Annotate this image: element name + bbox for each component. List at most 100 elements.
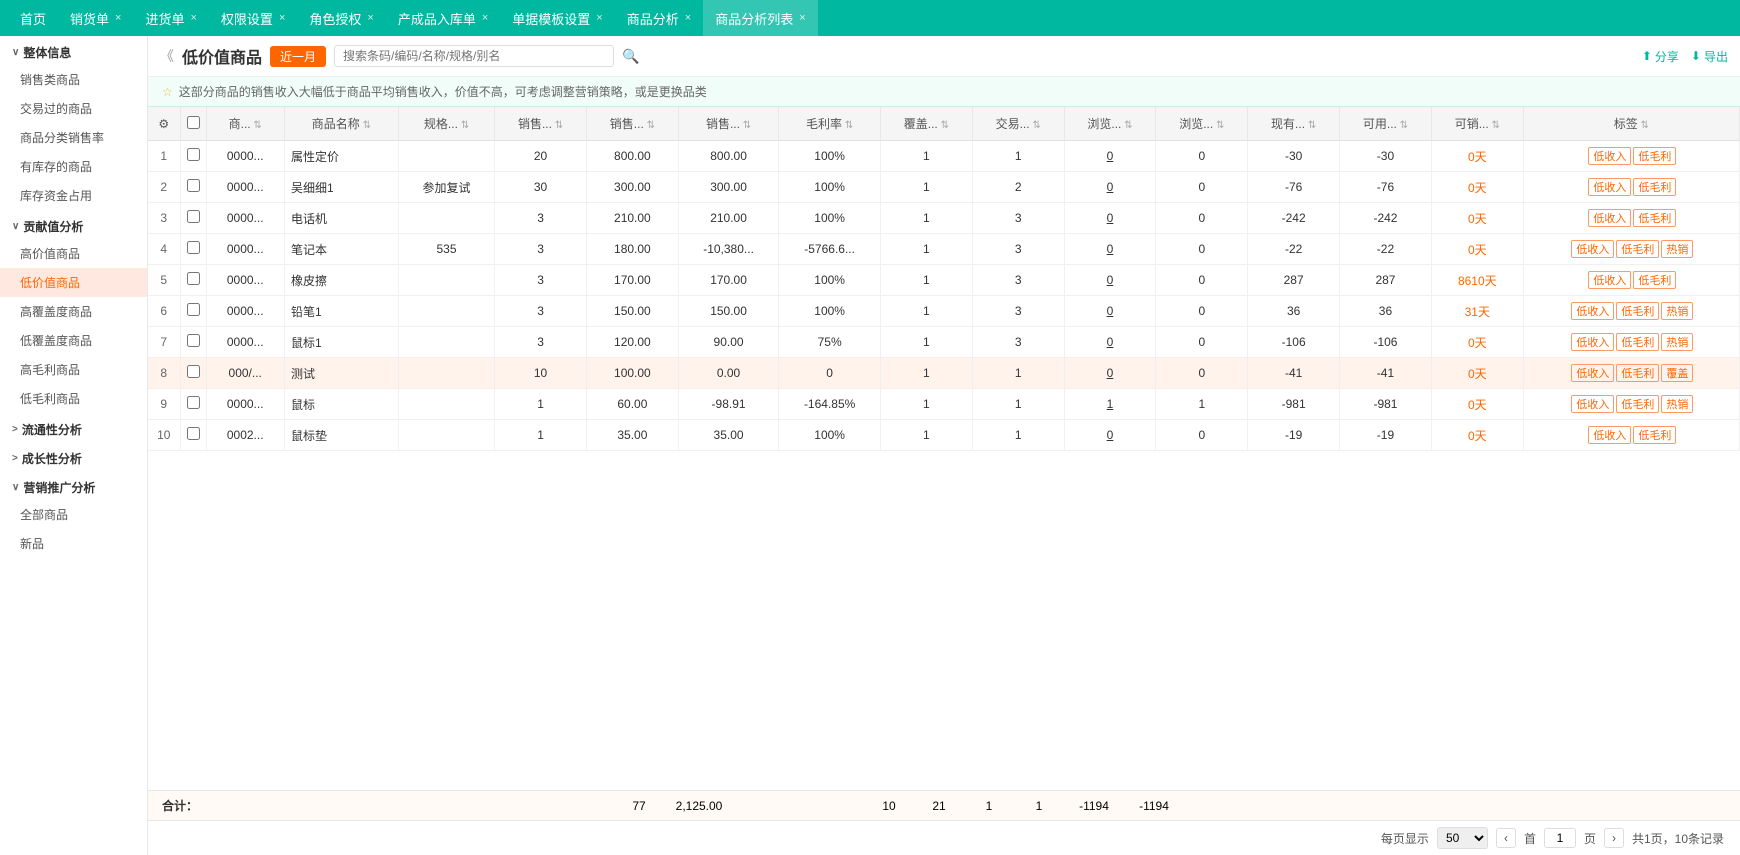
- row-checkbox[interactable]: [187, 272, 200, 285]
- col-header-sales_qty[interactable]: 销售... ⇅: [495, 107, 587, 141]
- nav-item-商品分析[interactable]: 商品分析×: [615, 0, 703, 36]
- col-header-name[interactable]: 商品名称 ⇅: [284, 107, 398, 141]
- close-tab-icon[interactable]: ×: [596, 12, 602, 24]
- row-checkbox-cell[interactable]: [180, 358, 206, 389]
- row-checkbox[interactable]: [187, 365, 200, 378]
- row-browse1[interactable]: 0: [1064, 420, 1156, 451]
- col-header-settings[interactable]: ⚙: [148, 107, 180, 141]
- row-browse1[interactable]: 0: [1064, 172, 1156, 203]
- sidebar-item-高价值商品[interactable]: 高价值商品: [0, 239, 147, 268]
- sidebar-item-销售类商品[interactable]: 销售类商品: [0, 65, 147, 94]
- nav-item-单据模板设置[interactable]: 单据模板设置×: [500, 0, 614, 36]
- table-container[interactable]: ⚙ 商... ⇅ 商品名称 ⇅ 规格... ⇅ 销售... ⇅ 销售... ⇅ 销…: [148, 107, 1740, 790]
- prev-page-button[interactable]: ‹: [1496, 828, 1516, 848]
- page-number-input[interactable]: [1544, 828, 1576, 848]
- row-product-name: 鼠标垫: [284, 420, 398, 451]
- close-tab-icon[interactable]: ×: [115, 12, 121, 24]
- sidebar-item-低毛利商品[interactable]: 低毛利商品: [0, 384, 147, 413]
- nav-item-权限设置[interactable]: 权限设置×: [209, 0, 297, 36]
- col-header-saleable[interactable]: 可销... ⇅: [1431, 107, 1523, 141]
- sidebar-group-成长性分析[interactable]: >成长性分析: [0, 442, 147, 471]
- sidebar-item-商品分类销售率[interactable]: 商品分类销售率: [0, 123, 147, 152]
- next-page-button[interactable]: ›: [1604, 828, 1624, 848]
- col-header-stock1[interactable]: 现有... ⇅: [1248, 107, 1340, 141]
- row-checkbox[interactable]: [187, 427, 200, 440]
- sidebar-item-新品[interactable]: 新品: [0, 529, 147, 558]
- col-header-tags[interactable]: 标签 ⇅: [1523, 107, 1739, 141]
- search-input[interactable]: [334, 45, 614, 67]
- row-checkbox[interactable]: [187, 303, 200, 316]
- row-browse1[interactable]: 0: [1064, 296, 1156, 327]
- row-browse1[interactable]: 0: [1064, 203, 1156, 234]
- row-browse1[interactable]: 0: [1064, 141, 1156, 172]
- col-header-sales_amt1[interactable]: 销售... ⇅: [586, 107, 678, 141]
- nav-item-销货单[interactable]: 销货单×: [58, 0, 133, 36]
- search-icon[interactable]: 🔍: [622, 48, 639, 65]
- row-cover: 1: [880, 389, 972, 420]
- sidebar-group-贡献值分析[interactable]: ∨贡献值分析: [0, 210, 147, 239]
- filter-button[interactable]: 近一月: [270, 46, 326, 67]
- nav-item-商品分析列表[interactable]: 商品分析列表×: [703, 0, 817, 36]
- close-tab-icon[interactable]: ×: [482, 12, 488, 24]
- row-browse1[interactable]: 1: [1064, 389, 1156, 420]
- page-size-select[interactable]: 50 100: [1437, 827, 1488, 849]
- sidebar-item-高覆盖度商品[interactable]: 高覆盖度商品: [0, 297, 147, 326]
- sidebar-item-低价值商品[interactable]: 低价值商品: [0, 268, 147, 297]
- sidebar-item-高毛利商品[interactable]: 高毛利商品: [0, 355, 147, 384]
- export-button[interactable]: ⬇ 导出: [1691, 48, 1728, 65]
- collapse-sidebar-button[interactable]: 《: [160, 46, 174, 66]
- sidebar-group-流通性分析[interactable]: >流通性分析: [0, 413, 147, 442]
- close-tab-icon[interactable]: ×: [685, 12, 691, 24]
- table-row: 8000/...测试10100.000.0001100-41-410天低收入低毛…: [148, 358, 1740, 389]
- row-checkbox[interactable]: [187, 210, 200, 223]
- row-checkbox-cell[interactable]: [180, 234, 206, 265]
- row-checkbox-cell[interactable]: [180, 327, 206, 358]
- close-tab-icon[interactable]: ×: [799, 12, 805, 24]
- col-header-gross_rate[interactable]: 毛利率 ⇅: [779, 107, 881, 141]
- select-all-checkbox[interactable]: [187, 116, 200, 129]
- row-checkbox-cell[interactable]: [180, 203, 206, 234]
- sidebar-item-低覆盖度商品[interactable]: 低覆盖度商品: [0, 326, 147, 355]
- sidebar-group-营销推广分析[interactable]: ∨营销推广分析: [0, 471, 147, 500]
- sidebar-item-交易过的商品[interactable]: 交易过的商品: [0, 94, 147, 123]
- row-checkbox[interactable]: [187, 396, 200, 409]
- row-checkbox[interactable]: [187, 179, 200, 192]
- row-browse1[interactable]: 0: [1064, 358, 1156, 389]
- row-checkbox[interactable]: [187, 148, 200, 161]
- row-tags: 低收入低毛利: [1523, 141, 1739, 172]
- sidebar-item-库存资金占用[interactable]: 库存资金占用: [0, 181, 147, 210]
- share-button[interactable]: ⬆ 分享: [1642, 48, 1679, 65]
- nav-item-首页[interactable]: 首页: [8, 0, 58, 36]
- row-browse1[interactable]: 0: [1064, 327, 1156, 358]
- close-tab-icon[interactable]: ×: [190, 12, 196, 24]
- sidebar-group-label: 成长性分析: [22, 450, 82, 467]
- row-checkbox[interactable]: [187, 241, 200, 254]
- col-header-trade[interactable]: 交易... ⇅: [972, 107, 1064, 141]
- row-checkbox-cell[interactable]: [180, 420, 206, 451]
- col-header-code[interactable]: 商... ⇅: [206, 107, 284, 141]
- row-checkbox-cell[interactable]: [180, 389, 206, 420]
- sidebar-item-有库存的商品[interactable]: 有库存的商品: [0, 152, 147, 181]
- row-checkbox[interactable]: [187, 334, 200, 347]
- col-header-browse2[interactable]: 浏览... ⇅: [1156, 107, 1248, 141]
- nav-item-角色授权[interactable]: 角色授权×: [297, 0, 385, 36]
- col-header-checkbox[interactable]: [180, 107, 206, 141]
- row-checkbox-cell[interactable]: [180, 141, 206, 172]
- col-header-spec[interactable]: 规格... ⇅: [398, 107, 494, 141]
- col-header-cover[interactable]: 覆盖... ⇅: [880, 107, 972, 141]
- row-checkbox-cell[interactable]: [180, 172, 206, 203]
- close-tab-icon[interactable]: ×: [279, 12, 285, 24]
- close-tab-icon[interactable]: ×: [367, 12, 373, 24]
- nav-item-进货单[interactable]: 进货单×: [133, 0, 208, 36]
- row-product-name: 橡皮擦: [284, 265, 398, 296]
- row-browse1[interactable]: 0: [1064, 234, 1156, 265]
- row-browse1[interactable]: 0: [1064, 265, 1156, 296]
- sidebar-group-整体信息[interactable]: ∨整体信息: [0, 36, 147, 65]
- col-header-avail[interactable]: 可用... ⇅: [1340, 107, 1432, 141]
- col-header-sales_amt2[interactable]: 销售... ⇅: [678, 107, 779, 141]
- row-checkbox-cell[interactable]: [180, 265, 206, 296]
- sidebar-item-全部商品[interactable]: 全部商品: [0, 500, 147, 529]
- nav-item-产成品入库单[interactable]: 产成品入库单×: [386, 0, 500, 36]
- row-checkbox-cell[interactable]: [180, 296, 206, 327]
- col-header-browse1[interactable]: 浏览... ⇅: [1064, 107, 1156, 141]
